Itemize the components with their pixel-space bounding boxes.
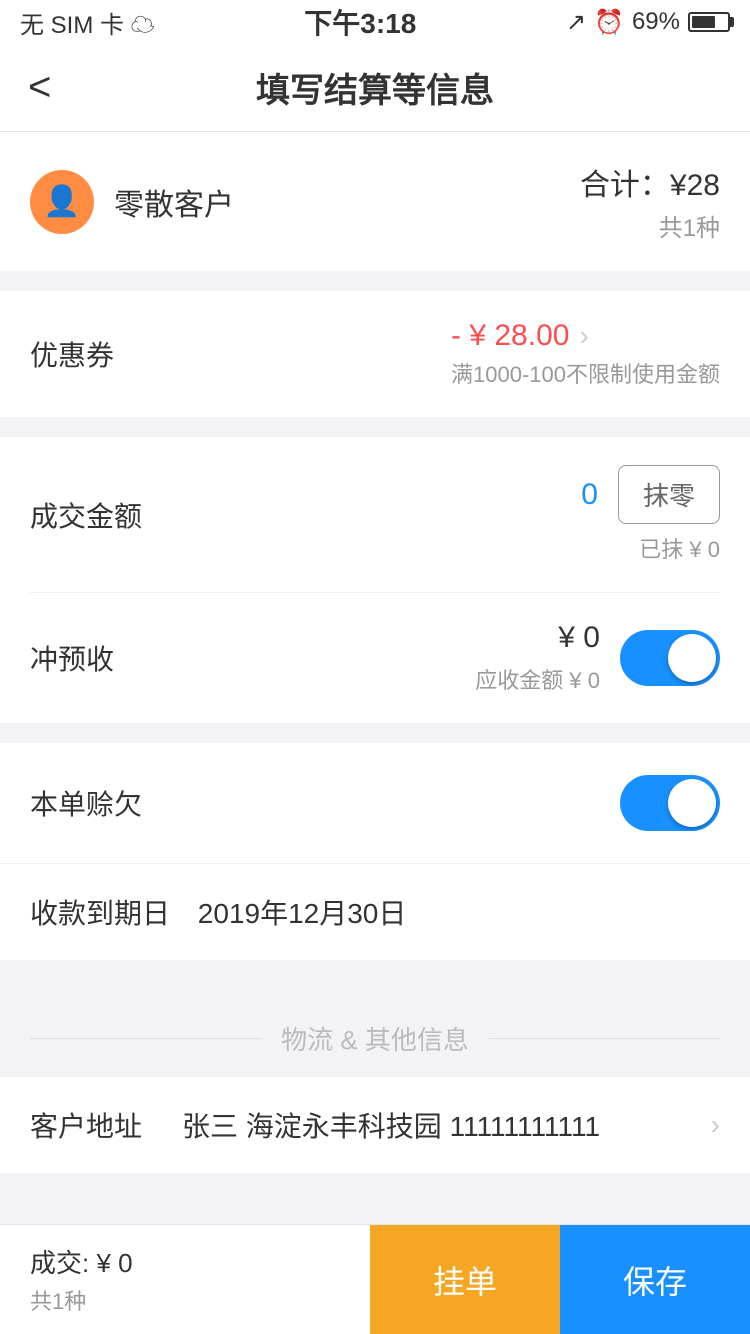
- coupon-value: - ¥ 28.00: [451, 319, 569, 353]
- bottom-deal-label: 成交:: [30, 1248, 89, 1278]
- avatar: 👤: [30, 170, 94, 234]
- section-divider-1: [0, 723, 750, 743]
- address-chevron-icon: ›: [711, 1109, 720, 1141]
- customer-right: 合计：¥28 共1种: [580, 160, 720, 243]
- logistics-label: 物流 & 其他信息: [281, 1020, 469, 1057]
- prepayment-toggle[interactable]: [620, 630, 720, 686]
- address-card[interactable]: 客户地址 张三 海淀永丰科技园 11111111111 ›: [0, 1077, 750, 1173]
- hold-button[interactable]: 挂单: [370, 1225, 560, 1334]
- round-button[interactable]: 抹零: [618, 465, 720, 524]
- customer-row: 👤 零散客户 合计：¥28 共1种: [0, 132, 750, 271]
- coupon-card[interactable]: 优惠券 - ¥ 28.00 › 满1000-100不限制使用金额: [0, 291, 750, 417]
- status-left: 无 SIM 卡 ☁: [20, 5, 155, 40]
- prepayment-value: ¥ 0: [558, 621, 600, 655]
- deal-amount-sub: 已抹 ¥ 0: [639, 532, 720, 564]
- amount-with-btn: 0 抹零: [581, 465, 720, 524]
- customer-name: 零散客户: [114, 180, 234, 224]
- coupon-desc: 满1000-100不限制使用金额: [451, 357, 720, 389]
- bottom-info: 成交: ¥ 0 共1种: [0, 1243, 370, 1316]
- due-date-value: 2019年12月30日: [198, 898, 407, 929]
- prepayment-amounts: ¥ 0 应收金额 ¥ 0: [475, 621, 600, 695]
- coupon-label: 优惠券: [30, 334, 114, 374]
- coupon-chevron-icon: ›: [579, 320, 588, 352]
- deal-amount-row: 成交金额 0 抹零 已抹 ¥ 0: [30, 437, 720, 593]
- prepayment-label: 冲预收: [30, 638, 114, 678]
- total-amount: 合计：¥28: [580, 160, 720, 204]
- customer-card: 👤 零散客户 合计：¥28 共1种: [0, 132, 750, 271]
- back-button[interactable]: <: [28, 65, 51, 110]
- coupon-row[interactable]: 优惠券 - ¥ 28.00 › 满1000-100不限制使用金额: [0, 291, 750, 417]
- sim-label: 无 SIM 卡 ☁: [20, 5, 155, 40]
- content: 👤 零散客户 合计：¥28 共1种 优惠券 - ¥ 28.00 › 满1000-…: [0, 132, 750, 1293]
- divider-line-right: [489, 1038, 720, 1039]
- prepayment-sub: 应收金额 ¥ 0: [475, 663, 600, 695]
- save-button[interactable]: 保存: [560, 1225, 750, 1334]
- alarm-icon: ⏰: [594, 8, 624, 37]
- due-date-label: 收款到期日: [30, 898, 170, 929]
- prepayment-right: ¥ 0 应收金额 ¥ 0: [475, 621, 720, 695]
- status-time: 下午3:18: [304, 2, 416, 42]
- battery-percent: 69%: [632, 8, 680, 36]
- debit-label: 本单赊欠: [30, 783, 142, 823]
- deal-amount-value: 0: [581, 478, 598, 512]
- logistics-divider: 物流 & 其他信息: [0, 1000, 750, 1077]
- debit-toggle-knob: [668, 779, 716, 827]
- section-divider-2: [0, 980, 750, 1000]
- page-title: 填写结算等信息: [256, 63, 494, 112]
- debit-row: 本单赊欠: [0, 743, 750, 863]
- status-right: ↗ ⏰ 69%: [566, 8, 730, 37]
- status-bar: 无 SIM 卡 ☁ 下午3:18 ↗ ⏰ 69%: [0, 0, 750, 44]
- due-date-row: 收款到期日 2019年12月30日: [0, 863, 750, 960]
- bottom-deal-amount: 成交: ¥ 0: [30, 1243, 340, 1280]
- divider-line-left: [30, 1038, 261, 1039]
- nav-bar: < 填写结算等信息: [0, 44, 750, 132]
- avatar-icon: 👤: [43, 184, 80, 219]
- amount-section: 成交金额 0 抹零 已抹 ¥ 0 冲预收 ¥ 0 应收金额 ¥ 0: [0, 437, 750, 723]
- location-icon: ↗: [566, 8, 586, 37]
- bottom-count: 共1种: [30, 1284, 340, 1316]
- debit-card: 本单赊欠 收款到期日 2019年12月30日: [0, 743, 750, 960]
- prepayment-row: 冲预收 ¥ 0 应收金额 ¥ 0: [30, 593, 720, 723]
- toggle-knob: [668, 634, 716, 682]
- coupon-right: - ¥ 28.00 › 满1000-100不限制使用金额: [451, 319, 720, 389]
- deal-amount-label: 成交金额: [30, 495, 142, 535]
- address-label: 客户地址: [30, 1105, 142, 1145]
- debit-toggle[interactable]: [620, 775, 720, 831]
- total-count: 共1种: [580, 208, 720, 243]
- battery-icon: [688, 12, 730, 32]
- bottom-deal-value: ¥ 0: [96, 1248, 132, 1278]
- address-value: 张三 海淀永丰科技园 11111111111: [182, 1105, 701, 1145]
- deal-amount-right: 0 抹零 已抹 ¥ 0: [581, 465, 720, 564]
- bottom-bar: 成交: ¥ 0 共1种 挂单 保存: [0, 1224, 750, 1334]
- customer-left: 👤 零散客户: [30, 170, 234, 234]
